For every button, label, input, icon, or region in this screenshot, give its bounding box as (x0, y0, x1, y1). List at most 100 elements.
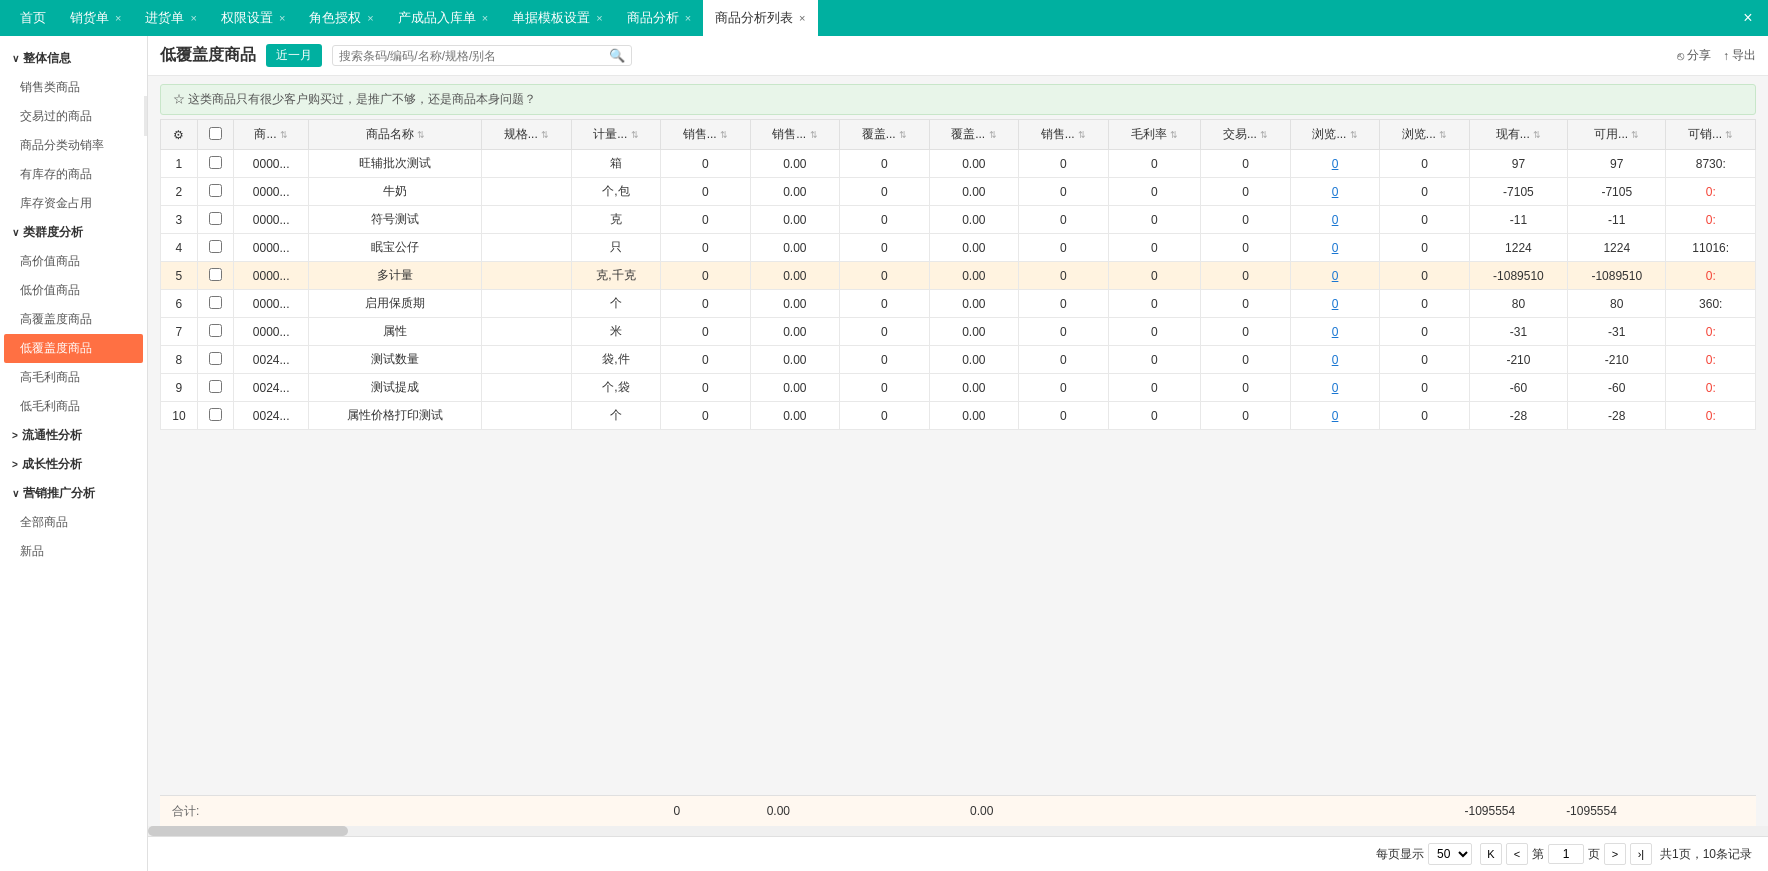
per-page-select[interactable]: 50 (1428, 843, 1472, 865)
row-checkbox[interactable] (209, 380, 222, 393)
window-close-button[interactable]: × (1736, 6, 1760, 30)
row-checkbox[interactable] (209, 240, 222, 253)
sidebar-section-marketing[interactable]: ∨ 营销推广分析 (0, 479, 147, 508)
sidebar-item-stock-capital[interactable]: 库存资金占用 (0, 189, 147, 218)
nav-product-analysis-close[interactable]: × (685, 0, 691, 36)
table-cell[interactable]: 0 (1290, 374, 1379, 402)
date-filter-button[interactable]: 近一月 (266, 44, 322, 67)
table-cell[interactable]: 0 (1290, 150, 1379, 178)
row-checkbox[interactable] (209, 268, 222, 281)
table-row: 40000...眠宝公仔只00.0000.0000000122412241101… (161, 234, 1756, 262)
table-cell: -7105 (1469, 178, 1567, 206)
col-coverage1[interactable]: 覆盖... ⇅ (840, 120, 929, 150)
col-spec[interactable]: 规格... ⇅ (482, 120, 571, 150)
nav-home[interactable]: 首页 (8, 0, 58, 36)
select-all-checkbox[interactable] (209, 127, 222, 140)
nav-template[interactable]: 单据模板设置 × (500, 0, 614, 36)
footer-empty6 (1032, 802, 1134, 820)
sidebar-item-category-rate[interactable]: 商品分类动销率 (0, 131, 147, 160)
row-checkbox[interactable] (209, 156, 222, 169)
row-checkbox[interactable] (209, 184, 222, 197)
nav-template-close[interactable]: × (596, 0, 602, 36)
nav-product-inbound-close[interactable]: × (482, 0, 488, 36)
row-checkbox[interactable] (209, 296, 222, 309)
col-code[interactable]: 商... ⇅ (234, 120, 309, 150)
sidebar-item-high-value[interactable]: 高价值商品 (0, 247, 147, 276)
nav-sales-close[interactable]: × (115, 0, 121, 36)
notice-bar: ☆ 这类商品只有很少客户购买过，是推广不够，还是商品本身问题？ (160, 84, 1756, 115)
table-cell[interactable]: 0 (1290, 206, 1379, 234)
row-checkbox[interactable] (209, 324, 222, 337)
sidebar-collapse-button[interactable]: « (144, 96, 148, 136)
col-trade[interactable]: 交易... ⇅ (1201, 120, 1290, 150)
col-view2[interactable]: 浏览... ⇅ (1380, 120, 1469, 150)
col-sales3[interactable]: 销售... ⇅ (1019, 120, 1108, 150)
table-cell[interactable]: 0 (1290, 318, 1379, 346)
nav-product-analysis-list-close[interactable]: × (799, 0, 805, 36)
sidebar-section-growth[interactable]: > 成长性分析 (0, 450, 147, 479)
sidebar-item-traded-products[interactable]: 交易过的商品 (0, 102, 147, 131)
row-checkbox[interactable] (209, 408, 222, 421)
search-input[interactable] (339, 49, 609, 63)
export-label: 导出 (1732, 47, 1756, 64)
nav-permission-close[interactable]: × (279, 0, 285, 36)
sidebar-item-high-margin[interactable]: 高毛利商品 (0, 363, 147, 392)
col-current[interactable]: 现有... ⇅ (1469, 120, 1567, 150)
first-page-button[interactable]: K (1480, 843, 1502, 865)
table-cell: 0 (661, 402, 750, 430)
table-cell: 克,千克 (571, 262, 660, 290)
sidebar-item-low-margin[interactable]: 低毛利商品 (0, 392, 147, 421)
nav-product-analysis[interactable]: 商品分析 × (615, 0, 703, 36)
table-wrapper[interactable]: ⚙ 商... ⇅ 商品名称 ⇅ 规格... ⇅ 计量... ⇅ 销售... ⇅ … (148, 119, 1768, 795)
share-button[interactable]: ⎋ 分享 (1677, 47, 1711, 64)
table-cell[interactable]: 0 (1290, 346, 1379, 374)
nav-role[interactable]: 角色授权 × (297, 0, 385, 36)
table-cell[interactable]: 0 (1290, 290, 1379, 318)
row-checkbox[interactable] (209, 212, 222, 225)
sidebar-item-low-coverage[interactable]: 低覆盖度商品 (4, 334, 143, 363)
sidebar-section-overview[interactable]: ∨ 整体信息 (0, 44, 147, 73)
sidebar-item-all-products[interactable]: 全部商品 (0, 508, 147, 537)
sidebar-item-in-stock[interactable]: 有库存的商品 (0, 160, 147, 189)
prev-page-button[interactable]: < (1506, 843, 1528, 865)
table-cell[interactable]: 0 (1290, 178, 1379, 206)
sidebar-item-new-products[interactable]: 新品 (0, 537, 147, 566)
nav-product-inbound[interactable]: 产成品入库单 × (386, 0, 500, 36)
col-view1[interactable]: 浏览... ⇅ (1290, 120, 1379, 150)
footer-cov2: 0.00 (931, 802, 1033, 820)
sidebar-item-high-coverage[interactable]: 高覆盖度商品 (0, 305, 147, 334)
row-checkbox[interactable] (209, 352, 222, 365)
sidebar-section-cluster[interactable]: ∨ 类群度分析 (0, 218, 147, 247)
export-button[interactable]: ↑ 导出 (1723, 47, 1756, 64)
sidebar-section-circulation[interactable]: > 流通性分析 (0, 421, 147, 450)
table-cell: 克 (571, 206, 660, 234)
last-page-button[interactable]: ›| (1630, 843, 1652, 865)
col-settings[interactable]: ⚙ (161, 120, 198, 150)
col-sales-qty[interactable]: 销售... ⇅ (661, 120, 750, 150)
col-saleable[interactable]: 可销... ⇅ (1666, 120, 1756, 150)
col-coverage2[interactable]: 覆盖... ⇅ (929, 120, 1018, 150)
table-cell[interactable]: 0 (1290, 402, 1379, 430)
nav-role-close[interactable]: × (367, 0, 373, 36)
horizontal-scrollbar[interactable] (148, 826, 1768, 836)
col-sales-amt[interactable]: 销售... ⇅ (750, 120, 839, 150)
nav-purchase-close[interactable]: × (190, 0, 196, 36)
nav-sales[interactable]: 销货单 × (58, 0, 133, 36)
table-cell: 测试提成 (309, 374, 482, 402)
nav-product-analysis-list[interactable]: 商品分析列表 × (703, 0, 817, 36)
page-input[interactable] (1548, 844, 1584, 864)
col-name[interactable]: 商品名称 ⇅ (309, 120, 482, 150)
nav-permission[interactable]: 权限设置 × (209, 0, 297, 36)
col-unit[interactable]: 计量... ⇅ (571, 120, 660, 150)
table-cell[interactable]: 0 (1290, 234, 1379, 262)
search-box: 🔍 (332, 45, 632, 66)
nav-purchase[interactable]: 进货单 × (133, 0, 208, 36)
sidebar-item-sales-products[interactable]: 销售类商品 (0, 73, 147, 102)
col-checkbox[interactable] (197, 120, 233, 150)
next-page-button[interactable]: > (1604, 843, 1626, 865)
col-margin[interactable]: 毛利率 ⇅ (1108, 120, 1201, 150)
sidebar-item-low-value[interactable]: 低价值商品 (0, 276, 147, 305)
table-cell[interactable]: 0 (1290, 262, 1379, 290)
scrollbar-thumb[interactable] (148, 826, 348, 836)
col-available[interactable]: 可用... ⇅ (1568, 120, 1666, 150)
